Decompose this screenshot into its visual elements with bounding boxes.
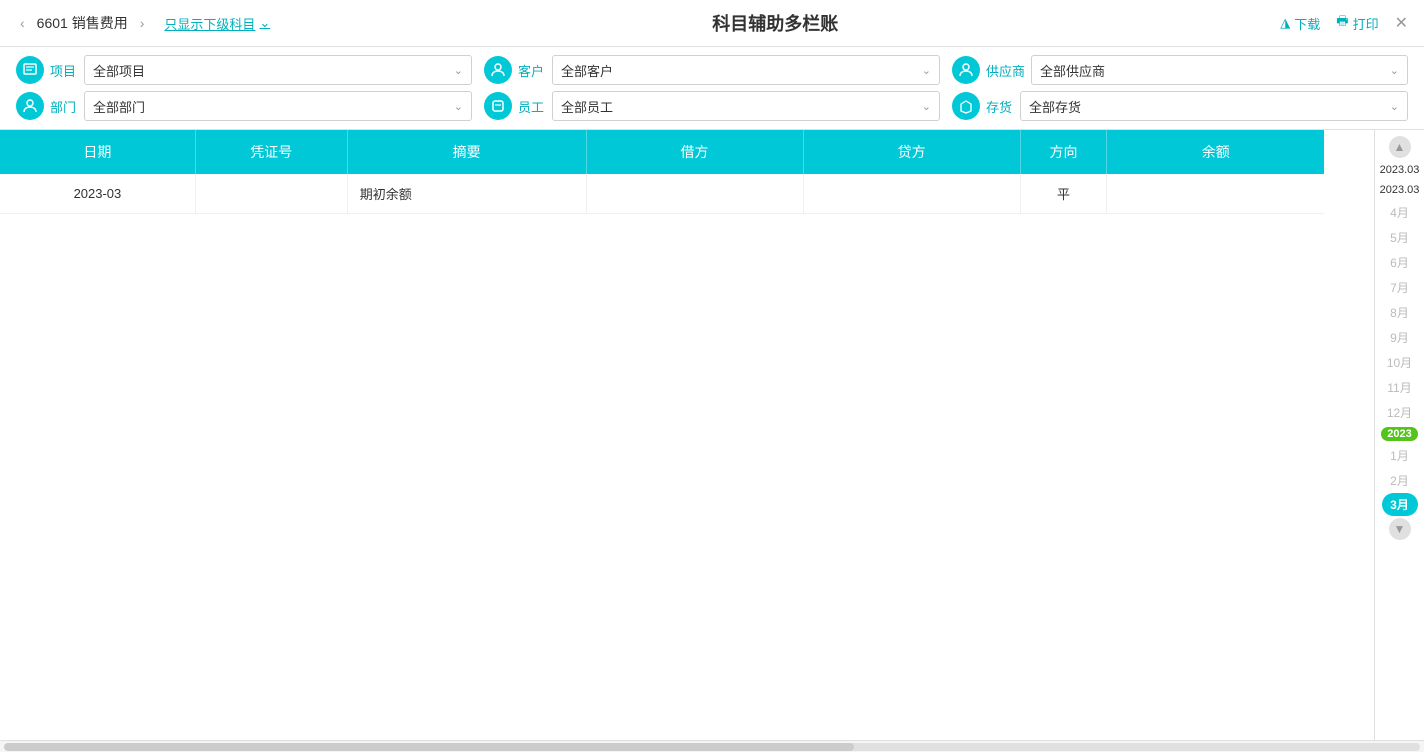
timeline-up-arrow[interactable]: ▲ [1389,136,1411,158]
only-show-arrow-icon: ⌄ [259,15,270,31]
nav-prev-arrow[interactable]: ‹ [16,13,29,33]
project-label: 项目 [50,61,78,80]
customer-icon [484,56,512,84]
print-icon: 🖶 [1336,12,1348,34]
project-select[interactable]: 全部项目 ⌄ [84,55,472,85]
timeline-header-1[interactable]: 2023.03 [1375,160,1424,180]
toolbar-actions: ◮ 下载 🖶 打印 [1280,12,1378,34]
col-balance: 余额 [1107,130,1324,174]
cell-voucher [195,174,347,214]
project-select-arrow-icon: ⌄ [454,64,463,77]
timeline-month-12[interactable]: 12月 [1375,400,1424,425]
inventory-select-arrow-icon: ⌄ [1390,100,1399,113]
timeline-year-wrapper: 2023 [1375,425,1424,443]
department-icon [16,92,44,120]
filter-item-employee: 员工 全部员工 ⌄ [484,91,940,121]
customer-select-value: 全部客户 [561,61,613,80]
download-button[interactable]: ◮ 下载 [1280,14,1320,33]
timeline-down-arrow[interactable]: ▼ [1389,518,1411,540]
scrollbar-track[interactable] [4,743,1420,751]
bottom-scrollbar[interactable] [0,740,1424,752]
cell-balance [1107,174,1324,214]
filter-row-2: 部门 全部部门 ⌄ 员工 全部员工 ⌄ [16,91,1408,121]
inventory-icon [952,92,980,120]
timeline-month-11[interactable]: 11月 [1375,375,1424,400]
employee-select[interactable]: 全部员工 ⌄ [552,91,940,121]
supplier-select-arrow-icon: ⌄ [1390,64,1399,77]
supplier-label: 供应商 [986,61,1025,80]
department-select-arrow-icon: ⌄ [454,100,463,113]
col-direction: 方向 [1020,130,1107,174]
filter-item-customer: 客户 全部客户 ⌄ [484,55,940,85]
timeline-header-2[interactable]: 2023.03 [1375,180,1424,200]
download-label: 下载 [1294,14,1320,33]
filter-row-1: 项目 全部项目 ⌄ 客户 全部客户 ⌄ [16,55,1408,85]
cell-debit [586,174,803,214]
table-section: 日期 凭证号 摘要 借方 贷方 方向 余额 2023-03 期初余额 [0,130,1424,740]
customer-select[interactable]: 全部客户 ⌄ [552,55,940,85]
col-voucher: 凭证号 [195,130,347,174]
cell-credit [803,174,1020,214]
col-debit: 借方 [586,130,803,174]
only-show-dropdown[interactable]: 只显示下级科目 ⌄ [164,14,270,33]
employee-label: 员工 [518,97,546,116]
department-select-value: 全部部门 [93,97,145,116]
employee-select-value: 全部员工 [561,97,613,116]
top-bar: ‹ 6601 销售费用 › 只显示下级科目 ⌄ 科目辅助多栏账 ◮ 下载 🖶 打… [0,0,1424,47]
only-show-label: 只显示下级科目 [164,14,255,33]
print-button[interactable]: 🖶 打印 [1336,12,1378,34]
timeline-month-10[interactable]: 10月 [1375,350,1424,375]
data-table: 日期 凭证号 摘要 借方 贷方 方向 余额 2023-03 期初余额 [0,130,1324,214]
customer-select-arrow-icon: ⌄ [922,64,931,77]
department-label: 部门 [50,97,78,116]
department-select[interactable]: 全部部门 ⌄ [84,91,472,121]
download-icon: ◮ [1280,15,1290,31]
timeline-month-6[interactable]: 6月 [1375,250,1424,275]
col-date: 日期 [0,130,195,174]
timeline-month-2[interactable]: 2月 [1375,468,1424,493]
timeline-month-3-active[interactable]: 3月 [1382,493,1418,516]
employee-select-arrow-icon: ⌄ [922,100,931,113]
filter-item-department: 部门 全部部门 ⌄ [16,91,472,121]
close-button[interactable]: ✕ [1395,13,1408,33]
timeline-year-badge: 2023 [1381,427,1417,441]
scrollbar-thumb[interactable] [4,743,854,751]
timeline-month-8[interactable]: 8月 [1375,300,1424,325]
cell-direction: 平 [1020,174,1107,214]
table-spacer [0,214,1374,740]
filter-area: 项目 全部项目 ⌄ 客户 全部客户 ⌄ [0,47,1424,130]
col-credit: 贷方 [803,130,1020,174]
inventory-label: 存货 [986,97,1014,116]
main-window: ‹ 6601 销售费用 › 只显示下级科目 ⌄ 科目辅助多栏账 ◮ 下载 🖶 打… [0,0,1424,752]
supplier-icon [952,56,980,84]
table-row: 2023-03 期初余额 平 [0,174,1324,214]
employee-icon [484,92,512,120]
filter-item-project: 项目 全部项目 ⌄ [16,55,472,85]
cell-summary: 期初余额 [347,174,586,214]
cell-date: 2023-03 [0,174,195,214]
inventory-select-value: 全部存货 [1029,97,1081,116]
timeline-month-5[interactable]: 5月 [1375,225,1424,250]
timeline-panel: ▲ 2023.03 2023.03 4月 5月 6月 7月 8月 9月 10月 … [1374,130,1424,740]
nav-next-arrow[interactable]: › [136,13,149,33]
page-title: 科目辅助多栏账 [278,10,1272,36]
customer-label: 客户 [518,61,546,80]
timeline-month-1[interactable]: 1月 [1375,443,1424,468]
table-header-row: 日期 凭证号 摘要 借方 贷方 方向 余额 [0,130,1324,174]
project-select-value: 全部项目 [93,61,145,80]
supplier-select[interactable]: 全部供应商 ⌄ [1031,55,1408,85]
col-summary: 摘要 [347,130,586,174]
timeline-month-4[interactable]: 4月 [1375,200,1424,225]
timeline-month-7[interactable]: 7月 [1375,275,1424,300]
filter-item-inventory: 存货 全部存货 ⌄ [952,91,1408,121]
filter-item-supplier: 供应商 全部供应商 ⌄ [952,55,1408,85]
inventory-select[interactable]: 全部存货 ⌄ [1020,91,1408,121]
project-icon [16,56,44,84]
account-code: 6601 销售费用 [37,13,128,33]
print-label: 打印 [1353,14,1379,33]
supplier-select-value: 全部供应商 [1040,61,1105,80]
timeline-month-9[interactable]: 9月 [1375,325,1424,350]
